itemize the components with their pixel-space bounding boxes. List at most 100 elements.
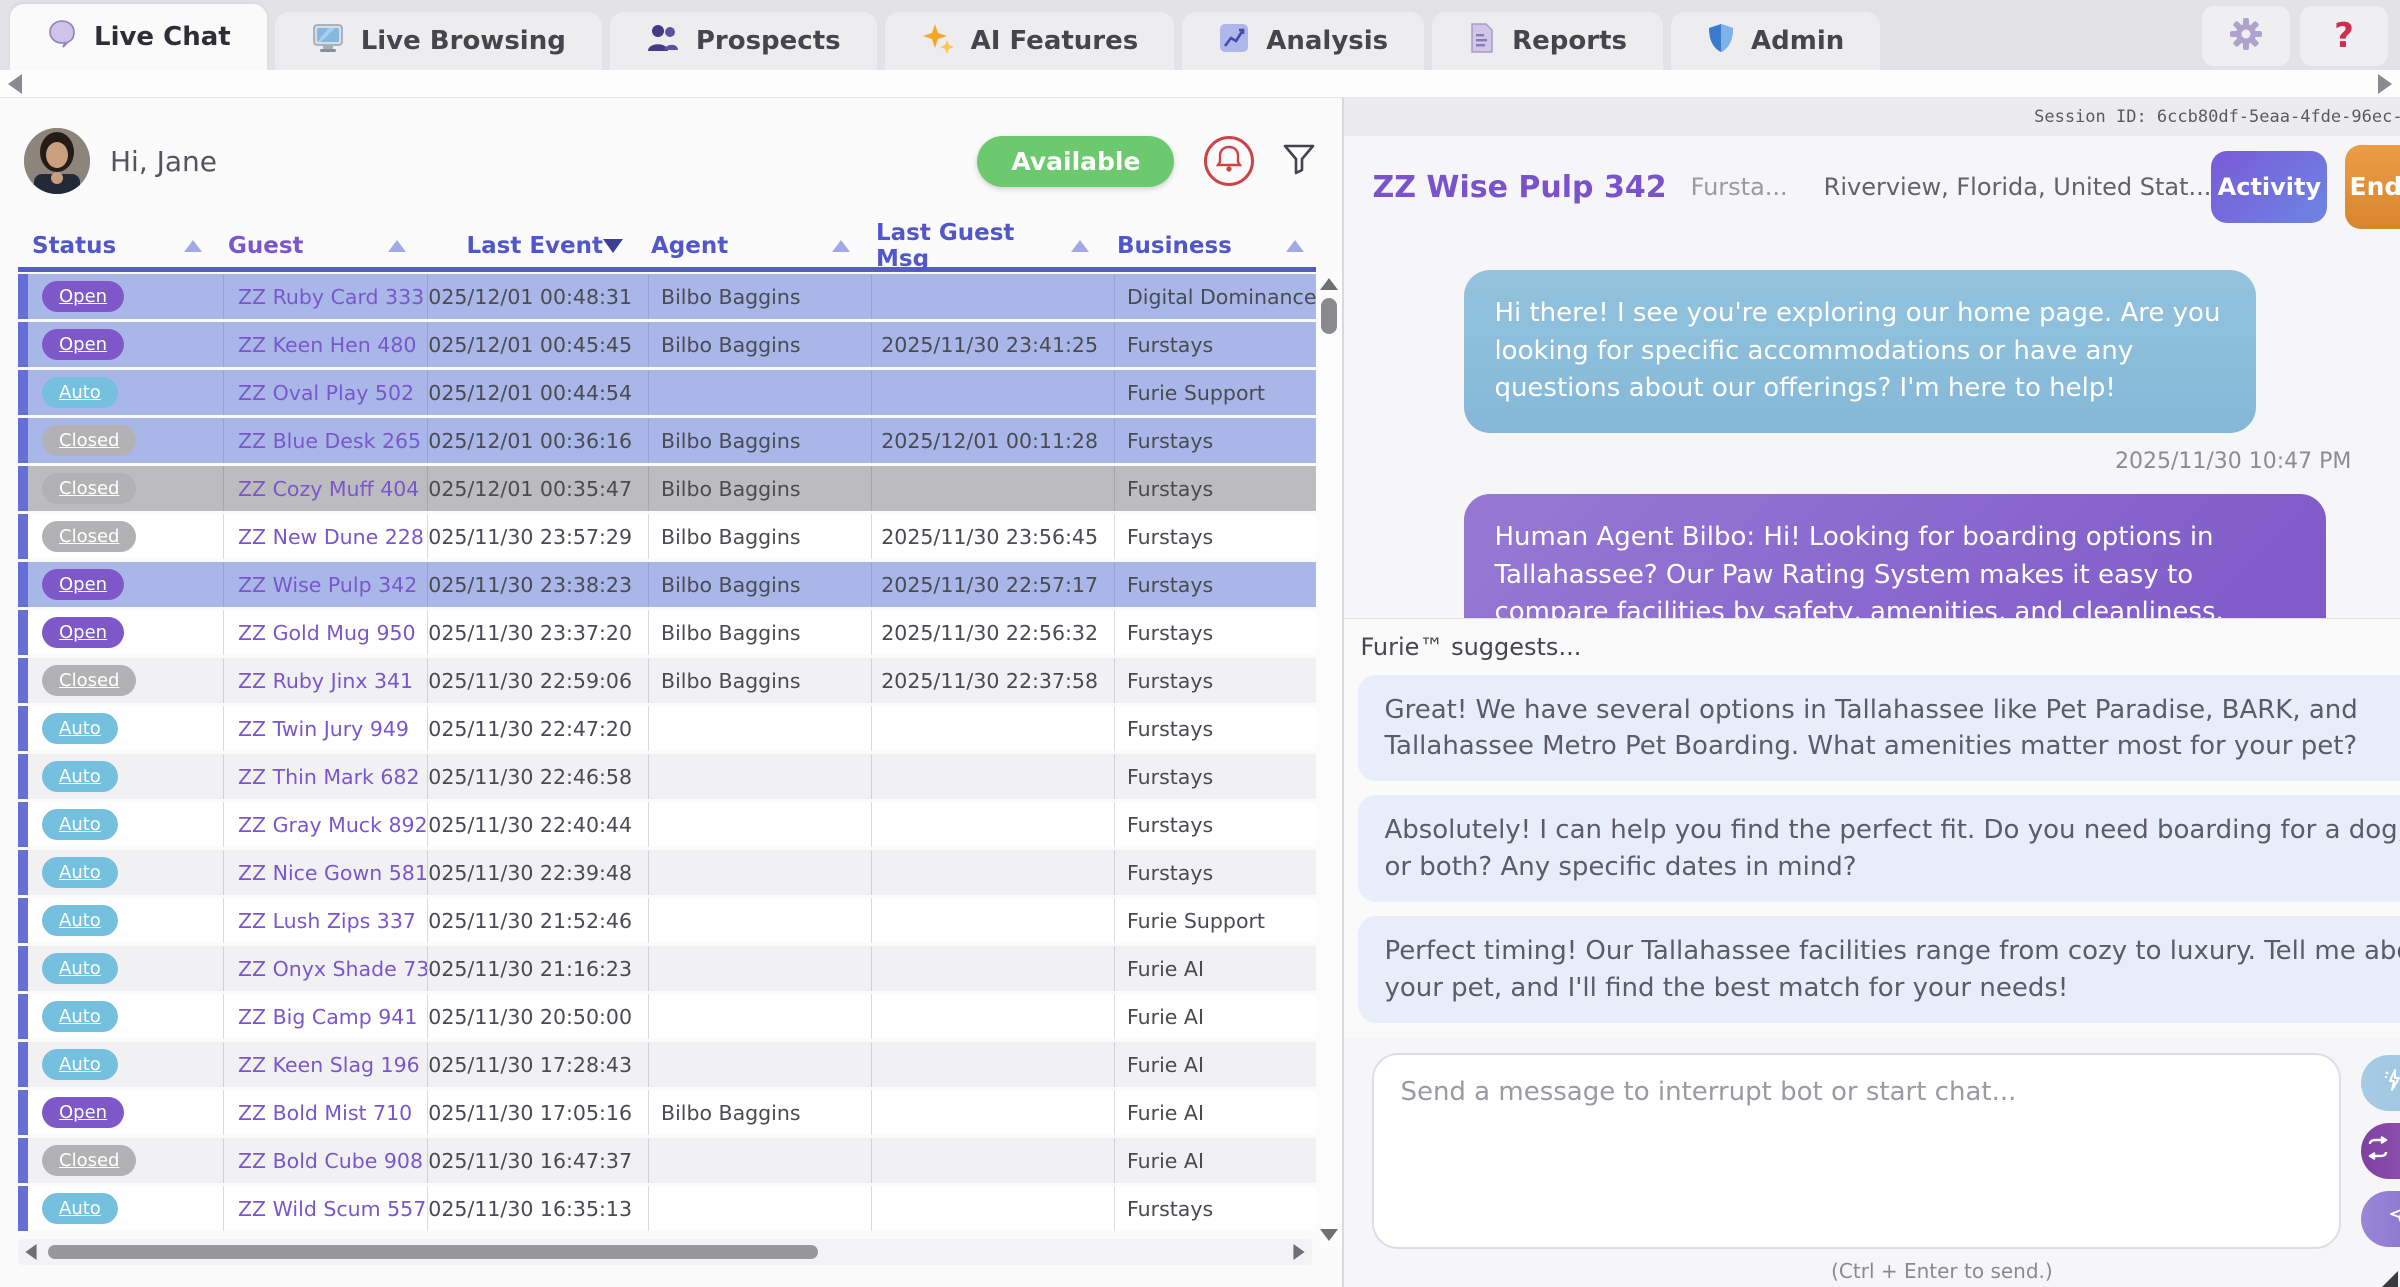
cell-guest[interactable]: ZZ Big Camp 941: [224, 994, 428, 1039]
cell-guest[interactable]: ZZ Bold Cube 908: [224, 1138, 428, 1183]
status-badge[interactable]: Open: [42, 329, 124, 360]
status-badge[interactable]: Auto: [42, 761, 118, 792]
column-header-last-event[interactable]: Last Event: [418, 224, 639, 267]
column-header-guest[interactable]: Guest: [214, 224, 418, 267]
status-badge[interactable]: Closed: [42, 1145, 136, 1176]
status-badge[interactable]: Open: [42, 569, 124, 600]
scroll-up-arrow-icon[interactable]: [1320, 278, 1338, 290]
table-row[interactable]: AutoZZ Wild Scum 5572025/11/30 16:35:13F…: [18, 1186, 1316, 1231]
end-session-button[interactable]: End Session: [2345, 145, 2400, 229]
table-row[interactable]: AutoZZ Thin Mark 6822025/11/30 22:46:58F…: [18, 754, 1316, 799]
status-badge[interactable]: Auto: [42, 1193, 118, 1224]
status-badge[interactable]: Auto: [42, 377, 118, 408]
table-row[interactable]: AutoZZ Onyx Shade 7332025/11/30 21:16:23…: [18, 946, 1316, 991]
suggestion-card[interactable]: Great! We have several options in Tallah…: [1358, 675, 2400, 782]
cell-guest[interactable]: ZZ Onyx Shade 733: [224, 946, 428, 991]
scroll-right-arrow-icon[interactable]: [1294, 1244, 1305, 1260]
tab-live-chat[interactable]: Live Chat: [10, 4, 267, 70]
resize-corner-icon[interactable]: [2382, 1271, 2398, 1287]
collapse-right-arrow-icon[interactable]: [2378, 74, 2392, 94]
cell-guest[interactable]: ZZ Ruby Jinx 341: [224, 658, 428, 703]
table-row[interactable]: OpenZZ Gold Mug 9502025/11/30 23:37:20Bi…: [18, 610, 1316, 655]
tab-live-browsing[interactable]: Live Browsing: [275, 12, 602, 70]
check-button[interactable]: Check: [2361, 1055, 2400, 1111]
table-row[interactable]: AutoZZ Lush Zips 3372025/11/30 21:52:46F…: [18, 898, 1316, 943]
table-row[interactable]: ClosedZZ Blue Desk 2652025/12/01 00:36:1…: [18, 418, 1316, 463]
status-badge[interactable]: Auto: [42, 953, 118, 984]
status-badge[interactable]: Auto: [42, 905, 118, 936]
notifications-button[interactable]: [1204, 136, 1254, 186]
column-header-last-guest-msg[interactable]: Last Guest Msg: [862, 224, 1105, 267]
tab-analysis[interactable]: Analysis: [1182, 12, 1424, 70]
send-button[interactable]: Send: [2361, 1191, 2400, 1247]
horizontal-scrollbar-thumb[interactable]: [48, 1245, 818, 1259]
table-row[interactable]: OpenZZ Ruby Card 3332025/12/01 00:48:31B…: [18, 274, 1316, 319]
column-header-business[interactable]: Business: [1105, 224, 1316, 267]
cell-guest[interactable]: ZZ Nice Gown 581: [224, 850, 428, 895]
column-header-status[interactable]: Status: [18, 224, 214, 267]
table-row[interactable]: ClosedZZ New Dune 2282025/11/30 23:57:29…: [18, 514, 1316, 559]
cell-guest[interactable]: ZZ Twin Jury 949: [224, 706, 428, 751]
activity-button[interactable]: Activity: [2211, 151, 2327, 223]
scroll-down-arrow-icon[interactable]: [1320, 1229, 1338, 1241]
status-badge[interactable]: Auto: [42, 713, 118, 744]
horizontal-scrollbar[interactable]: [18, 1239, 1312, 1265]
status-badge[interactable]: Closed: [42, 473, 136, 504]
table-row[interactable]: AutoZZ Big Camp 9412025/11/30 20:50:00Fu…: [18, 994, 1316, 1039]
status-badge[interactable]: Open: [42, 281, 124, 312]
cell-guest[interactable]: ZZ Ruby Card 333: [224, 274, 428, 319]
status-badge[interactable]: Closed: [42, 521, 136, 552]
scroll-left-arrow-icon[interactable]: [25, 1244, 36, 1260]
filter-button[interactable]: [1282, 142, 1316, 180]
help-button[interactable]: ?: [2300, 6, 2388, 66]
table-row[interactable]: OpenZZ Bold Mist 7102025/11/30 17:05:16B…: [18, 1090, 1316, 1135]
cell-guest[interactable]: ZZ Blue Desk 265: [224, 418, 428, 463]
vertical-scrollbar-thumb[interactable]: [1321, 298, 1337, 334]
table-row[interactable]: ClosedZZ Bold Cube 9082025/11/30 16:47:3…: [18, 1138, 1316, 1183]
status-badge[interactable]: Auto: [42, 809, 118, 840]
cell-guest[interactable]: ZZ Lush Zips 337: [224, 898, 428, 943]
status-badge[interactable]: Auto: [42, 857, 118, 888]
cell-guest[interactable]: ZZ New Dune 228: [224, 514, 428, 559]
tab-reports[interactable]: Reports: [1432, 12, 1663, 70]
transfer-button[interactable]: Transfer: [2361, 1123, 2400, 1179]
tab-admin[interactable]: Admin: [1671, 12, 1880, 70]
suggestion-card[interactable]: Absolutely! I can help you find the perf…: [1358, 795, 2400, 902]
cell-guest[interactable]: ZZ Keen Hen 480: [224, 322, 428, 367]
table-row[interactable]: ClosedZZ Cozy Muff 4042025/12/01 00:35:4…: [18, 466, 1316, 511]
tab-prospects[interactable]: Prospects: [610, 12, 877, 70]
cell-guest[interactable]: ZZ Gray Muck 892: [224, 802, 428, 847]
bot-message: Hi there! I see you're exploring our hom…: [1372, 270, 2400, 474]
status-badge[interactable]: Auto: [42, 1001, 118, 1032]
message-input[interactable]: [1372, 1053, 2341, 1249]
cell-guest[interactable]: ZZ Wild Scum 557: [224, 1186, 428, 1231]
collapse-left-arrow-icon[interactable]: [8, 74, 22, 94]
settings-button[interactable]: [2202, 6, 2290, 66]
cell-guest[interactable]: ZZ Keen Slag 196: [224, 1042, 428, 1087]
suggestion-card[interactable]: Perfect timing! Our Tallahassee faciliti…: [1358, 916, 2400, 1023]
cell-guest[interactable]: ZZ Gold Mug 950: [224, 610, 428, 655]
status-badge[interactable]: Auto: [42, 1049, 118, 1080]
column-header-agent[interactable]: Agent: [639, 224, 862, 267]
cell-guest[interactable]: ZZ Wise Pulp 342: [224, 562, 428, 607]
vertical-scrollbar[interactable]: [1316, 272, 1342, 1247]
status-badge[interactable]: Open: [42, 1097, 124, 1128]
table-row[interactable]: AutoZZ Oval Play 5022025/12/01 00:44:54F…: [18, 370, 1316, 415]
cell-guest[interactable]: ZZ Bold Mist 710: [224, 1090, 428, 1135]
table-row[interactable]: OpenZZ Wise Pulp 3422025/11/30 23:38:23B…: [18, 562, 1316, 607]
table-row[interactable]: AutoZZ Nice Gown 5812025/11/30 22:39:48F…: [18, 850, 1316, 895]
availability-button[interactable]: Available: [977, 136, 1174, 187]
table-row[interactable]: AutoZZ Twin Jury 9492025/11/30 22:47:20F…: [18, 706, 1316, 751]
cell-guest[interactable]: ZZ Thin Mark 682: [224, 754, 428, 799]
tab-ai-features[interactable]: AI Features: [885, 12, 1175, 70]
status-badge[interactable]: Closed: [42, 425, 136, 456]
table-row[interactable]: AutoZZ Keen Slag 1962025/11/30 17:28:43F…: [18, 1042, 1316, 1087]
cell-guest[interactable]: ZZ Oval Play 502: [224, 370, 428, 415]
row-accent-stripe: [18, 850, 28, 895]
table-row[interactable]: AutoZZ Gray Muck 8922025/11/30 22:40:44F…: [18, 802, 1316, 847]
cell-guest[interactable]: ZZ Cozy Muff 404: [224, 466, 428, 511]
status-badge[interactable]: Open: [42, 617, 124, 648]
table-row[interactable]: ClosedZZ Ruby Jinx 3412025/11/30 22:59:0…: [18, 658, 1316, 703]
table-row[interactable]: OpenZZ Keen Hen 4802025/12/01 00:45:45Bi…: [18, 322, 1316, 367]
status-badge[interactable]: Closed: [42, 665, 136, 696]
